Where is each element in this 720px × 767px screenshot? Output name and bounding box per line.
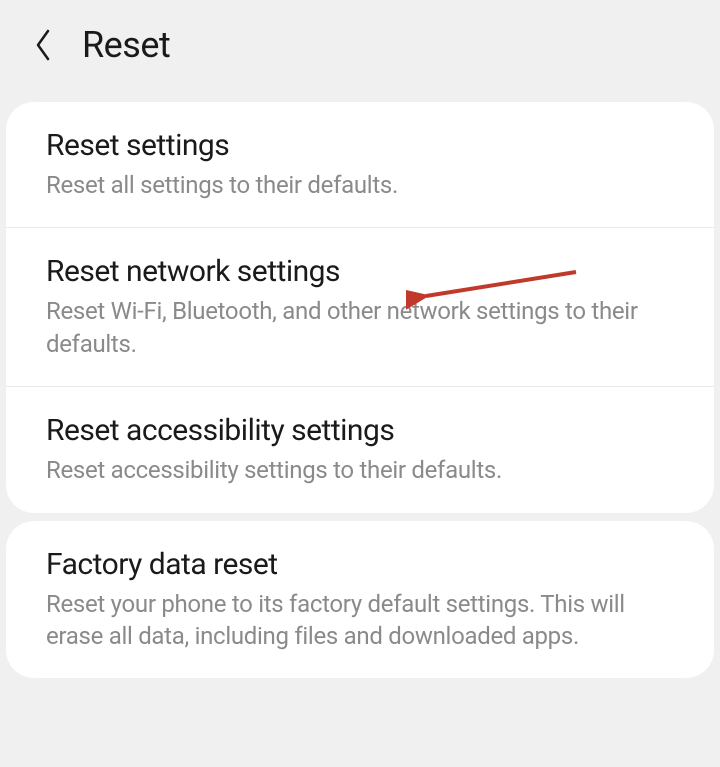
item-desc: Reset all settings to their defaults. [46,169,674,201]
item-desc: Reset your phone to its factory default … [46,588,674,653]
reset-network-settings-item[interactable]: Reset network settings Reset Wi-Fi, Blue… [6,228,714,387]
back-icon[interactable] [28,30,58,60]
item-title: Reset accessibility settings [46,413,674,448]
reset-settings-item[interactable]: Reset settings Reset all settings to the… [6,102,714,228]
item-title: Reset network settings [46,254,674,289]
reset-accessibility-settings-item[interactable]: Reset accessibility settings Reset acces… [6,387,714,512]
reset-options-group-2: Factory data reset Reset your phone to i… [6,521,714,679]
header: Reset [0,0,720,94]
factory-data-reset-item[interactable]: Factory data reset Reset your phone to i… [6,521,714,679]
item-title: Reset settings [46,128,674,163]
item-title: Factory data reset [46,547,674,582]
item-desc: Reset Wi-Fi, Bluetooth, and other networ… [46,295,674,360]
reset-options-group-1: Reset settings Reset all settings to the… [6,102,714,513]
item-desc: Reset accessibility settings to their de… [46,454,674,486]
page-title: Reset [82,24,170,66]
